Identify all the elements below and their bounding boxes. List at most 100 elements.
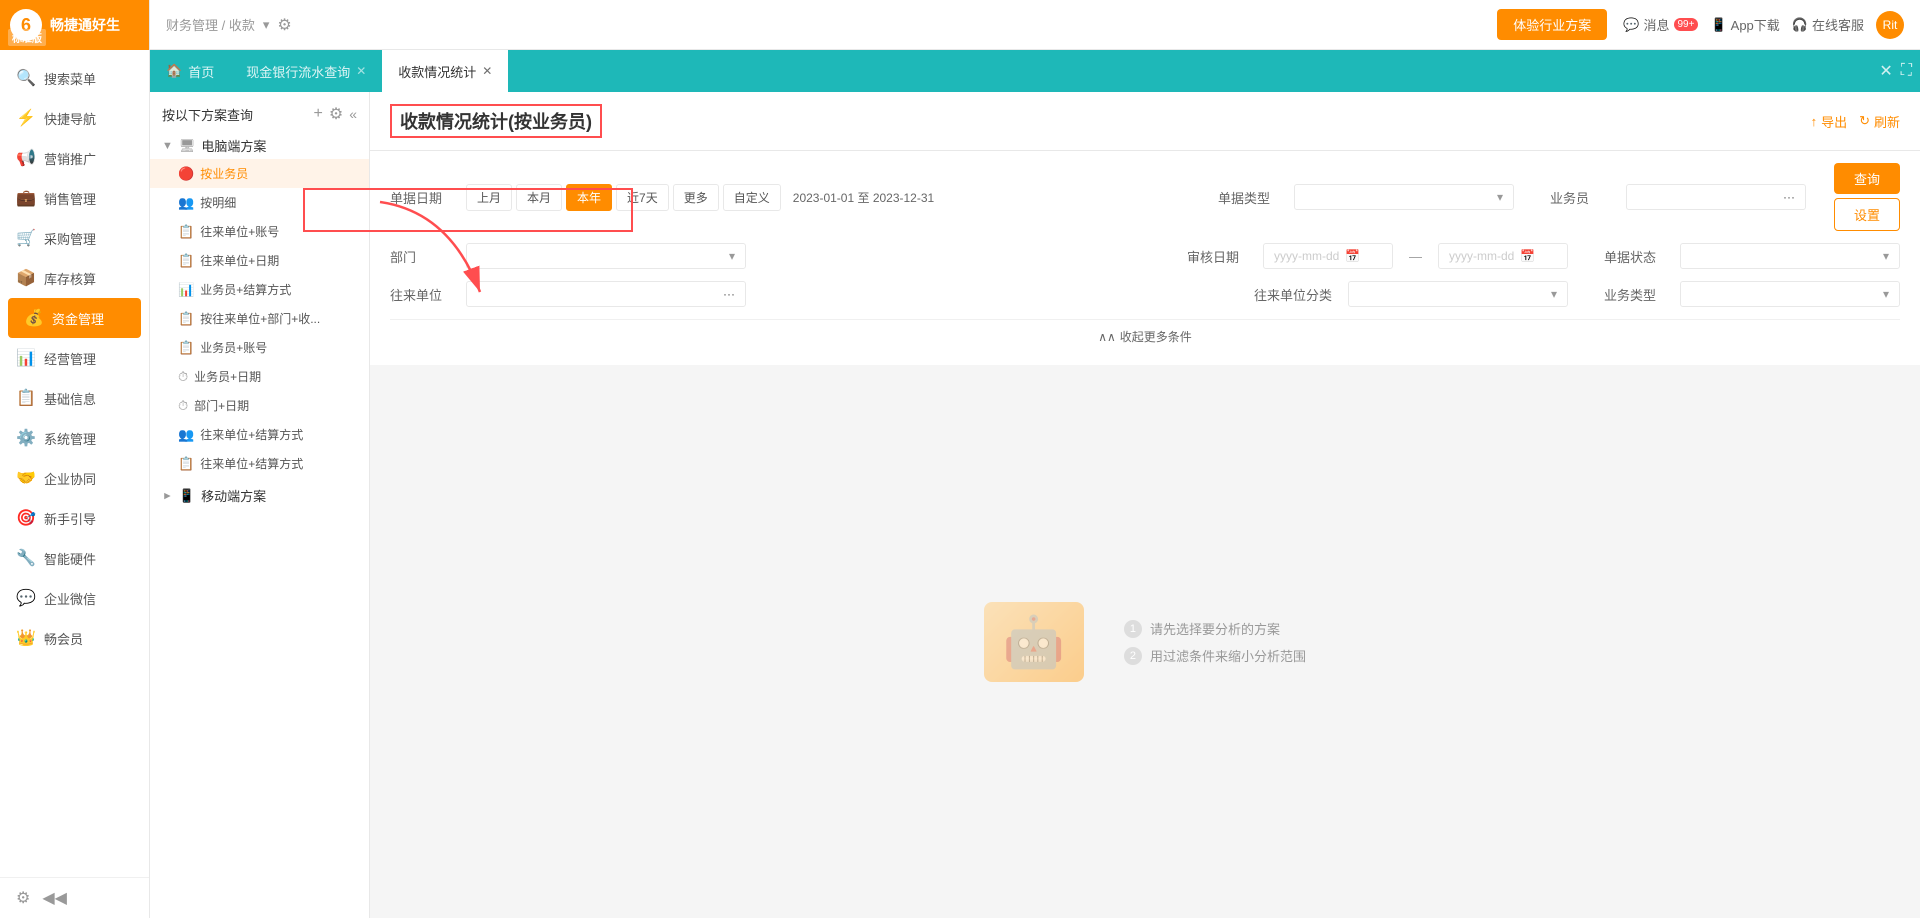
collapse-panel-icon[interactable]: ◀◀ [42, 888, 67, 908]
basic-icon: 📋 [16, 388, 36, 408]
empty-state: 🤖 1 请先选择要分析的方案 2 用过滤条件来缩小分析范围 [984, 602, 1306, 682]
sidebar-item-member[interactable]: 👑 畅会员 [0, 618, 149, 658]
top-bar: 财务管理 / 收款 ▾ ⚙ 体验行业方案 💬 消息 99+ 📱 App下载 [150, 0, 1920, 50]
search-icon: 🔍 [16, 68, 36, 88]
sidebar-item-operations[interactable]: 📊 经营管理 [0, 338, 149, 378]
plan-item-counterpart-account[interactable]: 📋 往来单位+账号 [150, 217, 369, 246]
plan-item-dept-date[interactable]: ⏱ 部门+日期 [150, 391, 369, 420]
cd-icon: 📋 [178, 253, 194, 269]
app-download-item[interactable]: 📱 App下载 [1710, 15, 1779, 34]
plan-item-counterpart-date[interactable]: 📋 往来单位+日期 [150, 246, 369, 275]
plan-item-salesman-date[interactable]: ⏱ 业务员+日期 [150, 362, 369, 391]
sidebar-item-quicknav[interactable]: ⚡ 快捷导航 [0, 98, 149, 138]
review-date-end[interactable]: yyyy-mm-dd 📅 [1438, 243, 1568, 269]
content-area: 🤖 1 请先选择要分析的方案 2 用过滤条件来缩小分析范围 [370, 366, 1920, 918]
main-content: 财务管理 / 收款 ▾ ⚙ 体验行业方案 💬 消息 99+ 📱 App下载 [150, 0, 1920, 918]
counterpart-category-label: 往来单位分类 [1254, 285, 1332, 304]
maximize-window-icon[interactable]: ⛶ [1901, 62, 1912, 80]
plan-settings-icon[interactable]: ⚙ [329, 104, 343, 124]
btype-dropdown-icon: ▾ [1883, 287, 1889, 301]
sidebar-item-finance[interactable]: 💰 资金管理 [8, 298, 141, 338]
plan-item-counterpart-settle2[interactable]: 📋 往来单位+结算方式 [150, 449, 369, 478]
bill-status-select[interactable]: ▾ [1680, 243, 1900, 269]
date-btn-this-month[interactable]: 本月 [516, 184, 562, 211]
dept-select[interactable]: ▾ [466, 243, 746, 269]
sidebar-item-inventory[interactable]: 📦 库存核算 [0, 258, 149, 298]
plan-item-detail[interactable]: 👥 按明细 [150, 188, 369, 217]
hint-item-1: 1 请先选择要分析的方案 [1124, 619, 1306, 638]
close-window-icon[interactable]: ✕ [1879, 61, 1892, 81]
query-button[interactable]: 查询 [1834, 163, 1900, 194]
message-item[interactable]: 💬 消息 99+ [1623, 15, 1698, 34]
mobile-group-header[interactable]: ▼ 📱 移动端方案 [150, 482, 369, 509]
sidebar-item-sales[interactable]: 💼 销售管理 [0, 178, 149, 218]
ca-icon: 📋 [178, 224, 194, 240]
bill-status-label: 单据状态 [1604, 247, 1664, 266]
dept-label: 部门 [390, 247, 450, 266]
top-icons: 💬 消息 99+ 📱 App下载 🎧 在线客服 Rit [1623, 11, 1904, 39]
sidebar-item-search[interactable]: 🔍 搜索菜单 [0, 58, 149, 98]
hint-num-1: 1 [1124, 620, 1142, 638]
enterprise-icon: 🤝 [16, 468, 36, 488]
date-btn-more[interactable]: 更多 [673, 184, 719, 211]
page-header-actions: ↑ 导出 ↻ 刷新 [1811, 112, 1900, 131]
sidebar-item-guide[interactable]: 🎯 新手引导 [0, 498, 149, 538]
page-title: 收款情况统计(按业务员) [390, 104, 602, 138]
counterpart-category-select[interactable]: ▾ [1348, 281, 1568, 307]
counterpart-input[interactable]: ··· [466, 281, 746, 307]
tab-receipt[interactable]: 收款情况统计 ✕ [382, 50, 508, 92]
sidebar-item-purchase[interactable]: 🛒 采购管理 [0, 218, 149, 258]
top-bar-actions: 体验行业方案 💬 消息 99+ 📱 App下载 🎧 在线客服 [1497, 9, 1904, 40]
dropdown-icon[interactable]: ▾ [263, 17, 270, 33]
dept-dropdown-icon: ▾ [729, 249, 735, 263]
hardware-icon: 🔧 [16, 548, 36, 568]
business-type-select[interactable]: ▾ [1680, 281, 1900, 307]
collapse-more-bar[interactable]: ∧∧ 收起更多条件 [390, 319, 1900, 353]
collapse-panel-left-icon[interactable]: « [349, 106, 357, 122]
close-receipt-tab-icon[interactable]: ✕ [482, 64, 492, 78]
settings-button[interactable]: 设置 [1834, 198, 1900, 231]
sidebar-item-wechat[interactable]: 💬 企业微信 [0, 578, 149, 618]
tab-bar-right: ✕ ⛶ [1879, 61, 1920, 81]
trial-button[interactable]: 体验行业方案 [1497, 9, 1607, 40]
sidebar-item-system[interactable]: ⚙️ 系统管理 [0, 418, 149, 458]
system-icon: ⚙️ [16, 428, 36, 448]
panel-header-title: 按以下方案查询 [162, 105, 253, 124]
review-date-label: 审核日期 [1187, 247, 1247, 266]
date-btn-last-month[interactable]: 上月 [466, 184, 512, 211]
salesman-input[interactable]: ··· [1626, 184, 1806, 210]
settings-icon[interactable]: ⚙ [16, 888, 30, 908]
sidebar-item-hardware[interactable]: 🔧 智能硬件 [0, 538, 149, 578]
plan-item-counterpart-settle1[interactable]: 👥 往来单位+结算方式 [150, 420, 369, 449]
refresh-button[interactable]: ↻ 刷新 [1859, 112, 1900, 131]
online-service-item[interactable]: 🎧 在线客服 [1792, 15, 1864, 34]
export-button[interactable]: ↑ 导出 [1811, 112, 1848, 131]
tab-home[interactable]: 🏠 首页 [150, 50, 230, 92]
hint-num-2: 2 [1124, 647, 1142, 665]
date-btn-this-year[interactable]: 本年 [566, 184, 612, 211]
operations-icon: 📊 [16, 348, 36, 368]
desktop-group-header[interactable]: ▼ 🖥 电脑端方案 [150, 132, 369, 159]
close-bank-tab-icon[interactable]: ✕ [356, 64, 366, 78]
top-bar-left: 财务管理 / 收款 ▾ ⚙ [166, 15, 1481, 35]
settings-btn[interactable]: ⚙ [277, 15, 291, 35]
plan-item-salesman[interactable]: 🔴 按业务员 [150, 159, 369, 188]
detail-icon: 👥 [178, 195, 194, 211]
type-select[interactable]: ▾ [1294, 184, 1514, 210]
sidebar-item-marketing[interactable]: 📢 营销推广 [0, 138, 149, 178]
plan-item-salesman-settle[interactable]: 📊 业务员+结算方式 [150, 275, 369, 304]
more-options-icon[interactable]: ··· [1783, 190, 1795, 204]
plan-item-counterpart-dept[interactable]: 📋 按往来单位+部门+收... [150, 304, 369, 333]
sidebar-item-basic[interactable]: 📋 基础信息 [0, 378, 149, 418]
date-btn-custom[interactable]: 自定义 [723, 184, 781, 211]
sidebar-item-enterprise[interactable]: 🤝 企业协同 [0, 458, 149, 498]
panel-header-actions: + ⚙ « [314, 104, 357, 124]
add-plan-icon[interactable]: + [314, 105, 323, 123]
plan-item-salesman-account[interactable]: 📋 业务员+账号 [150, 333, 369, 362]
counterpart-more-icon[interactable]: ··· [723, 287, 735, 301]
date-btn-7days[interactable]: 近7天 [616, 184, 669, 211]
user-avatar[interactable]: Rit [1876, 11, 1904, 39]
tab-bank[interactable]: 现金银行流水查询 ✕ [230, 50, 382, 92]
message-badge: 99+ [1674, 18, 1699, 31]
review-date-start[interactable]: yyyy-mm-dd 📅 [1263, 243, 1393, 269]
